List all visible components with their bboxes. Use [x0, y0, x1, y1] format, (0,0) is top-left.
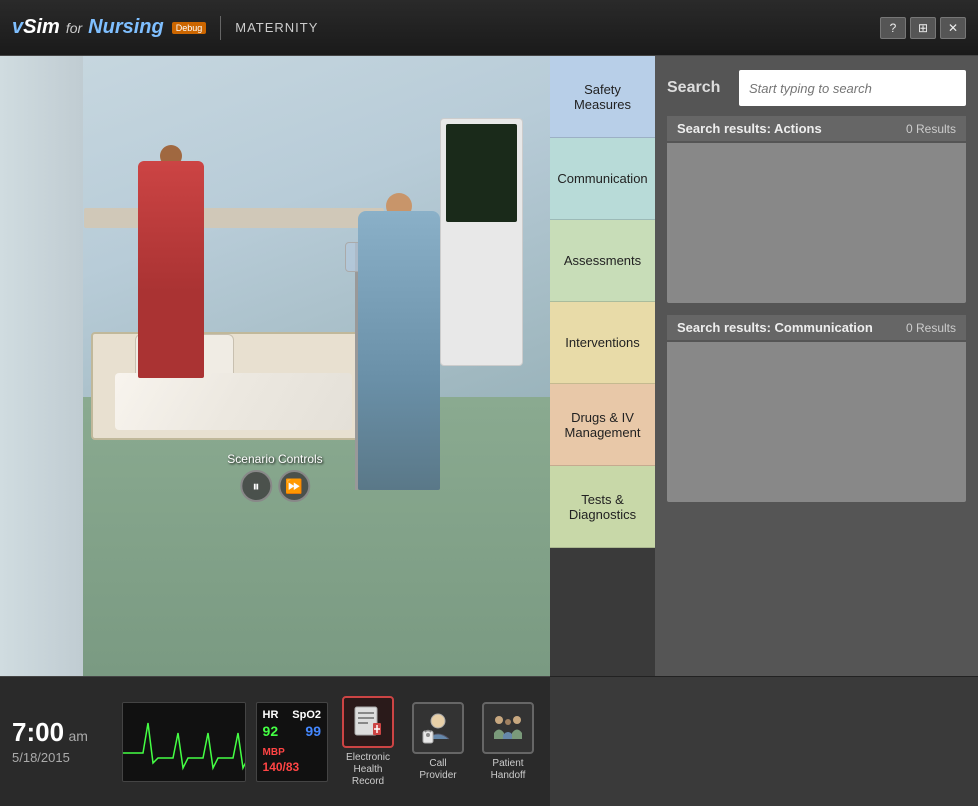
debug-badge: Debug	[172, 22, 207, 34]
time-hour: 7:00	[12, 717, 64, 747]
mbp-label: MBP	[263, 747, 285, 758]
categories-search: Safety Measures Communication Assessment…	[550, 56, 978, 676]
nurse-blue-body	[358, 211, 441, 490]
bed-body	[91, 332, 377, 441]
search-column: Search Search results: Actions 0 Results…	[655, 56, 978, 676]
ecg-display	[122, 702, 246, 782]
hr-label: HR	[263, 709, 279, 721]
vital-row-mbp: MBP	[263, 747, 321, 758]
categories-column: Safety Measures Communication Assessment…	[550, 56, 655, 676]
ehr-button[interactable]: Electronic Health Record	[338, 692, 398, 792]
status-bar: 7:00 am 5/18/2015 HR SpO2 92	[0, 676, 550, 806]
title-controls: ? ⊞ ✕	[880, 17, 966, 39]
category-interventions[interactable]: Interventions	[550, 302, 655, 384]
category-tests-diagnostics[interactable]: Tests & Diagnostics	[550, 466, 655, 548]
sim-scene: Scenario Controls ⏸ ⏩	[0, 56, 550, 676]
patient-handoff-icon	[482, 702, 534, 754]
call-provider-label: Call Provider	[412, 758, 464, 782]
hr-value: 92	[263, 723, 279, 739]
handoff-svg	[491, 711, 525, 745]
nurse-red-body	[138, 161, 204, 378]
time-display: 7:00 am 5/18/2015	[12, 719, 112, 765]
time-date: 5/18/2015	[12, 750, 112, 765]
patient-handoff-button[interactable]: Patient Handoff	[478, 698, 538, 786]
pause-button[interactable]: ⏸	[240, 470, 272, 502]
right-panel: Safety Measures Communication Assessment…	[550, 56, 978, 806]
maternity-text: MATERNITY	[235, 20, 318, 35]
scene-background: Scenario Controls ⏸ ⏩	[0, 56, 550, 676]
mbp-value: 140/83	[263, 760, 300, 774]
time: 7:00 am	[12, 719, 112, 746]
communication-result-header: Search results: Communication 0 Results	[667, 315, 966, 340]
nursing-text: Nursing	[88, 16, 164, 39]
spo2-label: SpO2	[292, 709, 321, 721]
patient-handoff-label: Patient Handoff	[482, 758, 534, 782]
ehr-svg	[351, 705, 385, 739]
vitals-display: HR SpO2 92 99 MBP 140/83	[256, 702, 328, 782]
category-communication[interactable]: Communication	[550, 138, 655, 220]
search-results: Search results: Actions 0 Results Search…	[655, 116, 978, 676]
category-assessments[interactable]: Assessments	[550, 220, 655, 302]
app-name: vSim	[12, 16, 60, 39]
main-content: Scenario Controls ⏸ ⏩ 7:00 am 5/18/2015	[0, 56, 978, 806]
nurse-red	[138, 161, 204, 378]
sim-panel: Scenario Controls ⏸ ⏩ 7:00 am 5/18/2015	[0, 56, 550, 806]
vital-row-mbp-val: 140/83	[263, 760, 321, 774]
scenario-controls: Scenario Controls ⏸ ⏩	[227, 452, 322, 502]
call-provider-icon	[412, 702, 464, 754]
actions-result-title: Search results: Actions	[677, 121, 822, 136]
grid-button[interactable]: ⊞	[910, 17, 936, 39]
bed-rails	[84, 208, 384, 228]
category-drugs-iv[interactable]: Drugs & IV Management	[550, 384, 655, 466]
time-ampm: am	[69, 728, 88, 744]
right-bottom-bar	[550, 676, 978, 806]
scenario-label: Scenario Controls	[227, 452, 322, 466]
communication-result-area	[667, 342, 966, 502]
call-provider-button[interactable]: Call Provider	[408, 698, 468, 786]
vital-row-hr: HR SpO2	[263, 709, 321, 721]
actions-result-count: 0 Results	[906, 122, 956, 136]
search-header: Search	[655, 56, 978, 116]
search-title: Search	[667, 79, 727, 97]
title-bar: vSim for Nursing Debug MATERNITY ? ⊞ ✕	[0, 0, 978, 56]
actions-result-area	[667, 143, 966, 303]
search-input[interactable]	[739, 70, 966, 106]
vital-row-hr-val: 92 99	[263, 723, 321, 739]
spo2-value: 99	[305, 723, 321, 739]
ehr-label: Electronic Health Record	[342, 752, 394, 788]
help-button[interactable]: ?	[880, 17, 906, 39]
medical-monitor	[440, 118, 523, 366]
actions-result-header: Search results: Actions 0 Results	[667, 116, 966, 141]
communication-result-count: 0 Results	[906, 321, 956, 335]
bed-blanket	[115, 373, 352, 430]
ecg-wave	[123, 703, 246, 781]
ehr-icon	[342, 696, 394, 748]
call-provider-svg	[421, 711, 455, 745]
title-divider	[220, 16, 221, 40]
communication-result-title: Search results: Communication	[677, 320, 873, 335]
fast-forward-button[interactable]: ⏩	[278, 470, 310, 502]
nurse-blue	[358, 211, 441, 490]
for-text: for	[66, 20, 82, 36]
close-button[interactable]: ✕	[940, 17, 966, 39]
category-safety-measures[interactable]: Safety Measures	[550, 56, 655, 138]
control-buttons: ⏸ ⏩	[227, 470, 322, 502]
monitor-screen	[446, 124, 517, 222]
app-title: vSim for Nursing Debug MATERNITY	[12, 16, 318, 40]
